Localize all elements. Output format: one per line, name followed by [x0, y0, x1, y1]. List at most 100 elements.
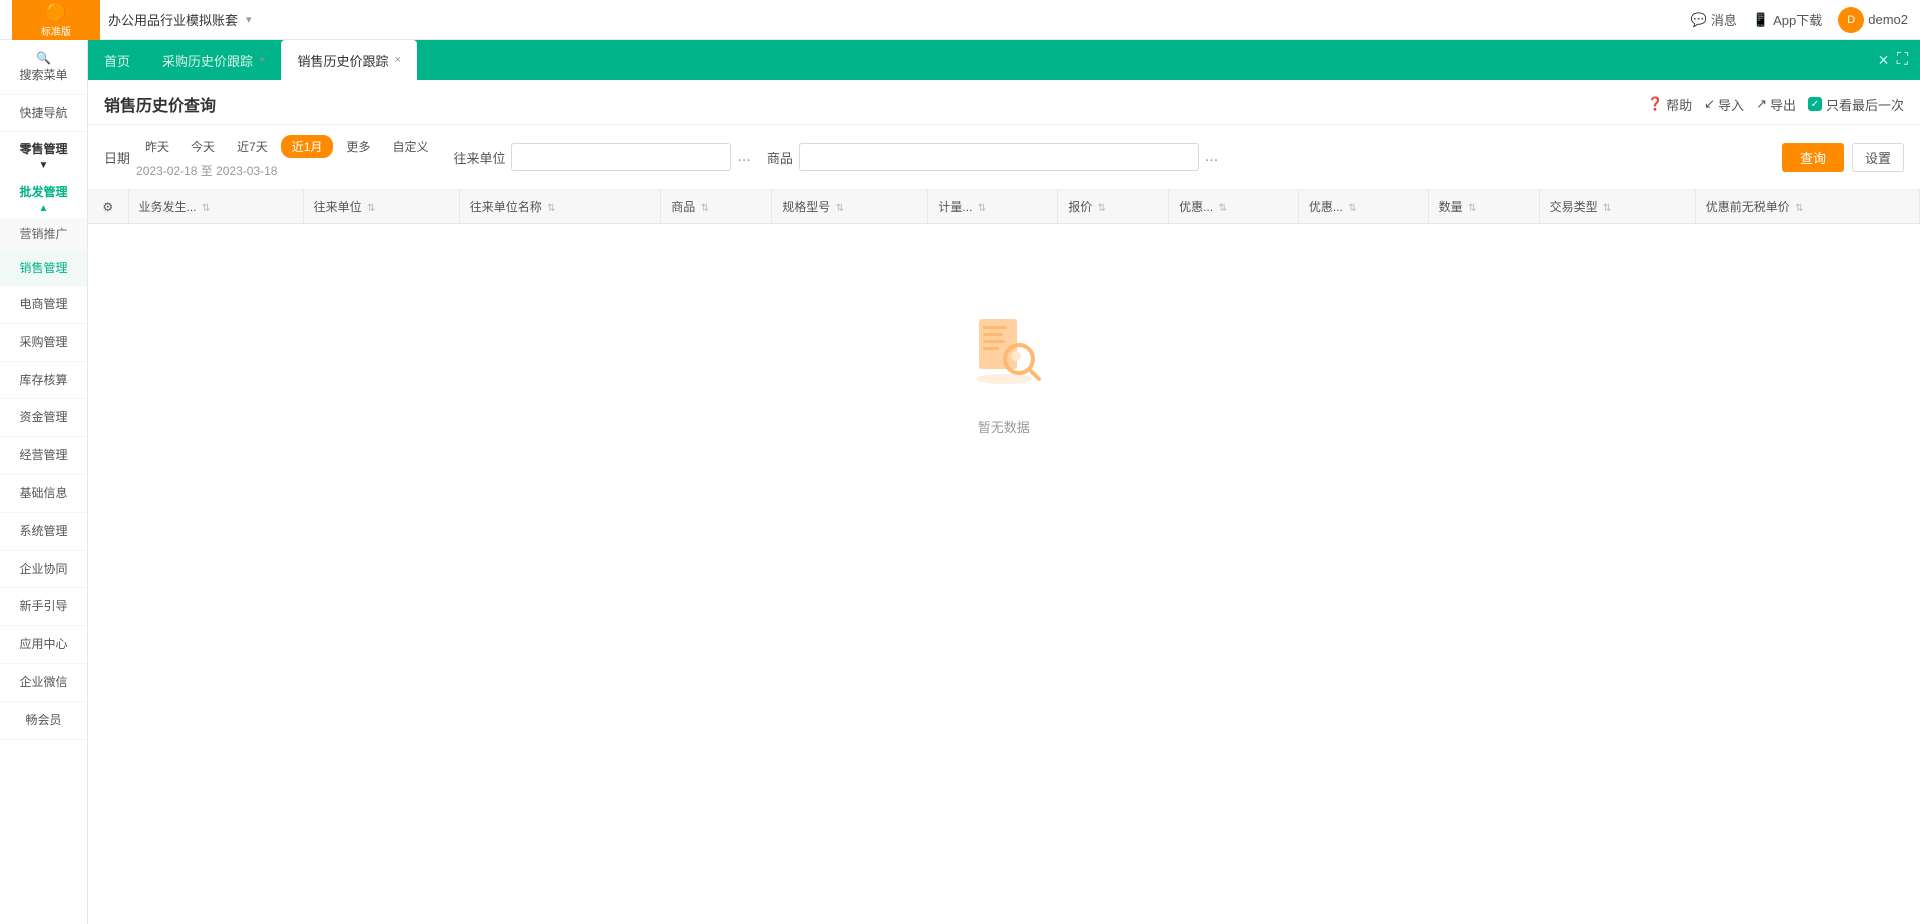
col-goods[interactable]: 商品 ⇅ [661, 190, 772, 224]
wholesale-arrow-icon: ▲ [39, 203, 49, 214]
page-title: 销售历史价查询 [104, 92, 216, 116]
tab-extra-actions: × ⛶ [1878, 50, 1920, 71]
tab-bar: 首页 采购历史价跟踪 × 销售历史价跟踪 × × ⛶ [88, 40, 1920, 80]
content-area: 销售历史价查询 ❓ 帮助 ↙ 导入 ↗ 导出 [88, 80, 1920, 924]
empty-illustration [959, 304, 1049, 409]
empty-row: 暂无数据 [88, 224, 1920, 517]
checkbox-checked-icon [1808, 97, 1822, 111]
top-bar-left: 🟠 标准版 办公用品行业模拟账套 ▾ [12, 0, 252, 40]
tab-sales-label: 销售历史价跟踪 [297, 51, 388, 70]
date-btn-custom[interactable]: 自定义 [383, 135, 437, 158]
export-icon: ↗ [1756, 96, 1767, 112]
col-trade-type[interactable]: 交易类型 ⇅ [1539, 190, 1695, 224]
sidebar-item-quicknav[interactable]: 快捷导航 [0, 95, 87, 133]
col-discount1[interactable]: 优惠... ⇅ [1169, 190, 1299, 224]
tab-sales-close[interactable]: × [394, 54, 400, 66]
retail-arrow-icon: ▼ [39, 160, 49, 171]
partner-label: 往来单位 [453, 148, 505, 167]
col-price[interactable]: 报价 ⇅ [1058, 190, 1169, 224]
col-discount2[interactable]: 优惠... ⇅ [1298, 190, 1428, 224]
empty-state: 暂无数据 [88, 224, 1920, 516]
table-container: ⚙ 业务发生... ⇅ 往来单位 ⇅ 往来单位名称 [88, 190, 1920, 924]
date-btn-yesterday[interactable]: 昨天 [136, 135, 178, 158]
query-button[interactable]: 查询 [1782, 143, 1844, 172]
date-filter-wrapper: 昨天 今天 近7天 近1月 更多 自定义 2023-02-18 至 2023-0… [136, 135, 437, 179]
goods-dots-btn[interactable]: ... [1205, 148, 1218, 166]
sort-arrows-qty: ⇅ [1468, 203, 1476, 214]
goods-label: 商品 [767, 148, 793, 167]
partner-filter-group: 往来单位 ... [453, 143, 750, 171]
sidebar-item-ecommerce[interactable]: 电商管理 [0, 286, 87, 324]
col-partner-name[interactable]: 往来单位名称 ⇅ [459, 190, 661, 224]
date-btn-1month[interactable]: 近1月 [281, 135, 334, 158]
date-buttons: 昨天 今天 近7天 近1月 更多 自定义 [136, 135, 437, 158]
sidebar-section-wholesale[interactable]: 批发管理 ▲ [0, 175, 87, 218]
tab-purchase-history[interactable]: 采购历史价跟踪 × [146, 40, 281, 80]
export-btn[interactable]: ↗ 导出 [1756, 95, 1796, 114]
sidebar-item-wechat[interactable]: 企业微信 [0, 664, 87, 702]
import-icon: ↙ [1704, 96, 1715, 112]
sidebar-item-enterprise[interactable]: 企业协同 [0, 551, 87, 589]
col-partner-code[interactable]: 往来单位 ⇅ [303, 190, 459, 224]
app-download-label: App下载 [1773, 10, 1822, 29]
filter-actions: 查询 设置 [1782, 143, 1904, 172]
partner-dots-btn[interactable]: ... [737, 148, 750, 166]
sidebar-item-inventory[interactable]: 库存核算 [0, 362, 87, 400]
date-filter-group: 日期 昨天 今天 近7天 近1月 更多 自定义 2023-02-18 至 202… [104, 135, 437, 179]
only-last-checkbox[interactable]: 只看最后一次 [1808, 95, 1904, 114]
data-table: ⚙ 业务发生... ⇅ 往来单位 ⇅ 往来单位名称 [88, 190, 1920, 516]
page-actions: ❓ 帮助 ↙ 导入 ↗ 导出 只看最后一次 [1647, 95, 1904, 114]
sidebar-item-capital[interactable]: 资金管理 [0, 399, 87, 437]
sidebar-item-vip[interactable]: 畅会员 [0, 702, 87, 740]
sidebar-wholesale-sub: 营销推广 销售管理 [0, 218, 87, 286]
app-download-btn[interactable]: 📱 App下载 [1753, 10, 1822, 29]
tab-sales-history[interactable]: 销售历史价跟踪 × [281, 40, 416, 80]
close-window-icon[interactable]: × [1878, 50, 1889, 71]
sidebar-item-guide[interactable]: 新手引导 [0, 588, 87, 626]
logo-area: 🟠 标准版 [12, 0, 100, 40]
sort-arrows-discount1: ⇅ [1218, 203, 1226, 214]
sidebar-section-retail[interactable]: 零售管理 ▼ [0, 132, 87, 175]
sort-arrows-discount2: ⇅ [1348, 203, 1356, 214]
empty-svg [959, 304, 1049, 394]
col-pretax-price[interactable]: 优惠前无税单价 ⇅ [1695, 190, 1919, 224]
sidebar-item-salesmgmt[interactable]: 销售管理 [0, 252, 87, 286]
sidebar-item-operations[interactable]: 经营管理 [0, 437, 87, 475]
sidebar-item-basicinfo[interactable]: 基础信息 [0, 475, 87, 513]
import-btn[interactable]: ↙ 导入 [1704, 95, 1744, 114]
sidebar-item-marketing[interactable]: 营销推广 [0, 218, 87, 252]
empty-text: 暂无数据 [978, 417, 1030, 436]
col-spec[interactable]: 规格型号 ⇅ [772, 190, 928, 224]
sort-arrows-tradetype: ⇅ [1603, 203, 1611, 214]
logo-icon: 🟠 [45, 2, 67, 23]
message-btn[interactable]: 💬 消息 [1691, 10, 1737, 29]
sort-arrows-partnercode: ⇅ [367, 203, 375, 214]
dropdown-icon[interactable]: ▾ [246, 13, 252, 26]
col-biz-date[interactable]: 业务发生... ⇅ [128, 190, 303, 224]
date-btn-7days[interactable]: 近7天 [228, 135, 277, 158]
setting-button[interactable]: 设置 [1852, 143, 1904, 172]
help-btn[interactable]: ❓ 帮助 [1647, 95, 1692, 114]
date-btn-today[interactable]: 今天 [182, 135, 224, 158]
col-qty[interactable]: 数量 ⇅ [1428, 190, 1539, 224]
sidebar-item-purchase[interactable]: 采购管理 [0, 324, 87, 362]
sidebar-item-search[interactable]: 🔍 搜索菜单 [0, 40, 87, 95]
tab-home[interactable]: 首页 [88, 40, 146, 80]
date-btn-more[interactable]: 更多 [337, 135, 379, 158]
main-layout: 🔍 搜索菜单 快捷导航 零售管理 ▼ 批发管理 ▲ 营销推广 销售管理 [0, 40, 1920, 924]
goods-input[interactable] [799, 143, 1199, 171]
sidebar-item-system[interactable]: 系统管理 [0, 513, 87, 551]
maximize-icon[interactable]: ⛶ [1897, 51, 1908, 69]
sidebar-item-appcenter[interactable]: 应用中心 [0, 626, 87, 664]
partner-input[interactable] [511, 143, 731, 171]
help-icon: ❓ [1647, 96, 1663, 112]
col-unit[interactable]: 计量... ⇅ [928, 190, 1058, 224]
tab-purchase-label: 采购历史价跟踪 [162, 51, 253, 70]
col-settings[interactable]: ⚙ [88, 190, 128, 224]
user-area[interactable]: D demo2 [1838, 7, 1908, 33]
tab-purchase-close[interactable]: × [259, 54, 265, 66]
tab-home-label: 首页 [104, 51, 130, 70]
sort-arrows-spec: ⇅ [836, 203, 844, 214]
download-icon: 📱 [1753, 12, 1769, 28]
sort-arrows-bizdate: ⇅ [202, 203, 210, 214]
